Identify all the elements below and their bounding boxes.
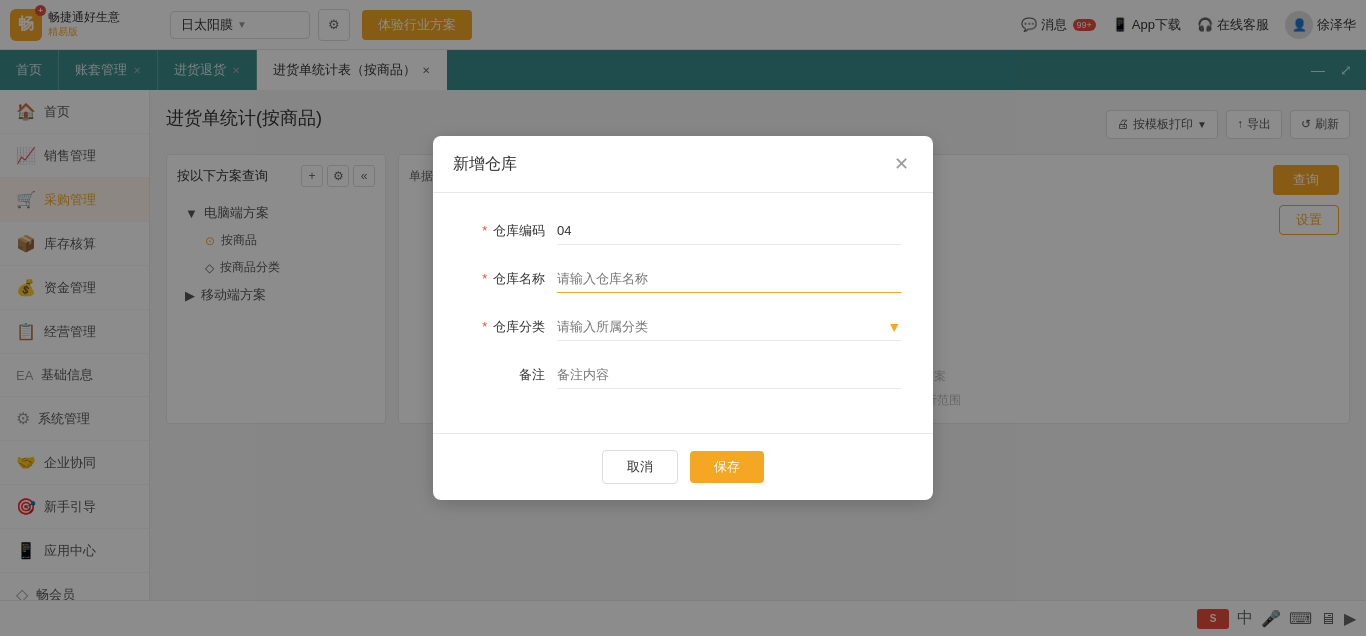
dialog-body: * 仓库编码 * 仓库名称 * 仓库分类 ▼ (433, 193, 933, 433)
cancel-button[interactable]: 取消 (602, 450, 678, 484)
dialog-footer: 取消 保存 (433, 433, 933, 500)
dialog-title: 新增仓库 (453, 154, 517, 175)
remark-input[interactable] (557, 361, 901, 389)
form-row-code: * 仓库编码 (465, 217, 901, 245)
category-dropdown-arrow[interactable]: ▼ (887, 319, 901, 335)
remark-label: 备注 (465, 366, 545, 384)
save-button[interactable]: 保存 (690, 451, 764, 483)
category-select[interactable]: ▼ (557, 313, 901, 341)
category-input[interactable] (557, 313, 887, 340)
name-label: * 仓库名称 (465, 270, 545, 288)
code-label: * 仓库编码 (465, 222, 545, 240)
dialog-header: 新增仓库 ✕ (433, 136, 933, 193)
name-input[interactable] (557, 265, 901, 293)
category-label: * 仓库分类 (465, 318, 545, 336)
form-row-remark: 备注 (465, 361, 901, 389)
code-input[interactable] (557, 217, 901, 245)
dialog-close-btn[interactable]: ✕ (889, 152, 913, 176)
form-row-category: * 仓库分类 ▼ (465, 313, 901, 341)
new-warehouse-dialog: 新增仓库 ✕ * 仓库编码 * 仓库名称 * 仓库分类 (433, 136, 933, 500)
form-row-name: * 仓库名称 (465, 265, 901, 293)
category-required: * (482, 319, 487, 334)
code-required: * (482, 223, 487, 238)
name-required: * (482, 271, 487, 286)
